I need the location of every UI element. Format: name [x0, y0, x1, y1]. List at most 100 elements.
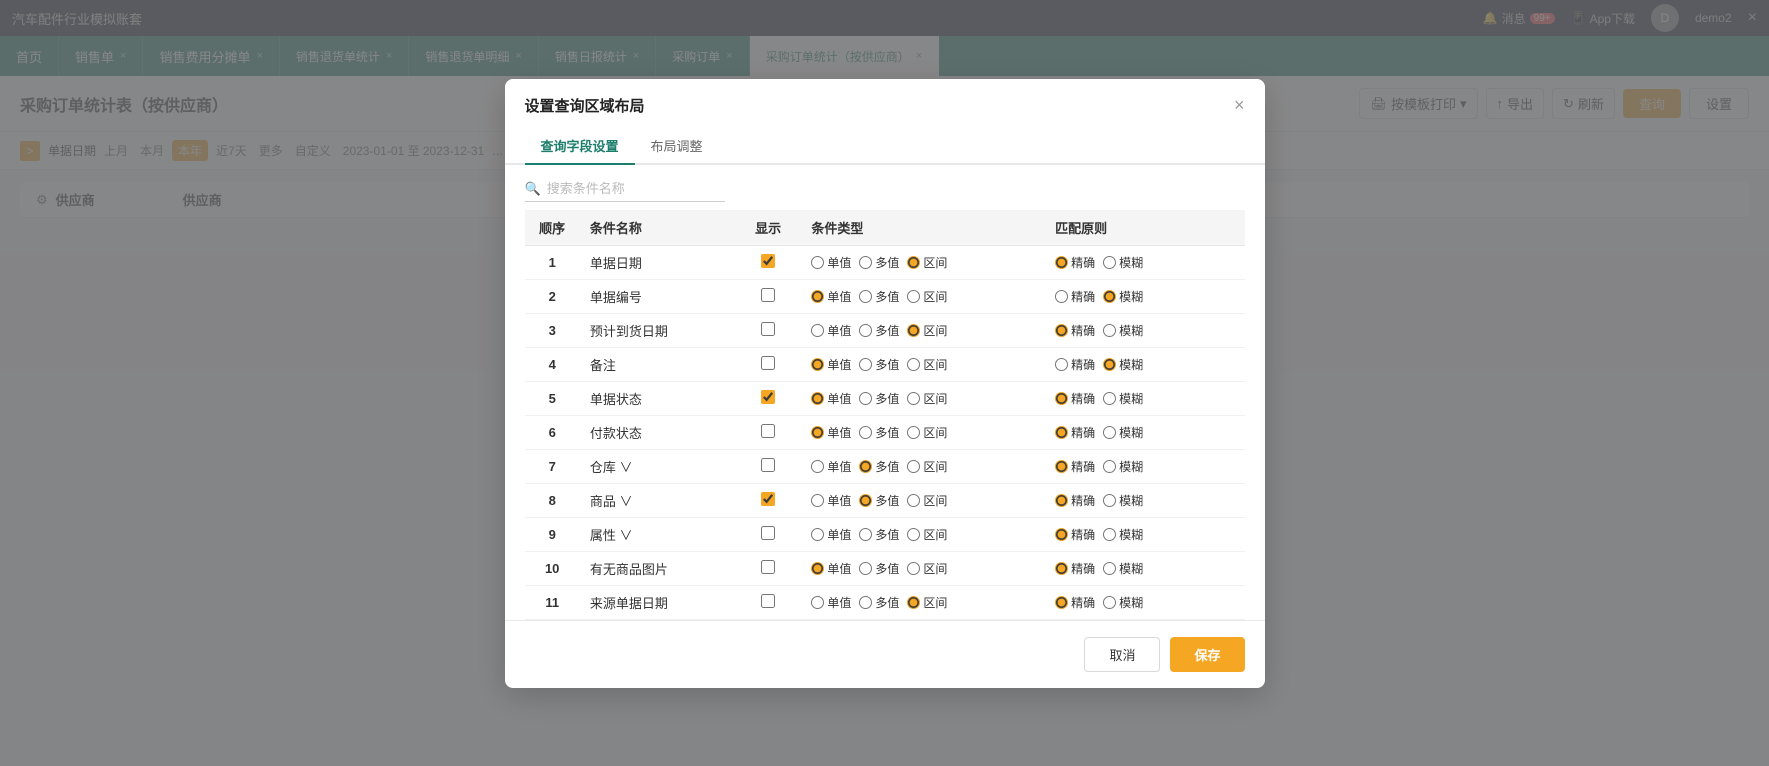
- row-show: [735, 245, 801, 279]
- radio-type-single[interactable]: 单值: [811, 288, 851, 305]
- save-button[interactable]: 保存: [1170, 637, 1244, 672]
- modal-close-button[interactable]: ×: [1234, 95, 1245, 116]
- radio-type-range[interactable]: 区间: [907, 356, 947, 373]
- row-match: 精确模糊: [1045, 483, 1244, 517]
- radio-type-range[interactable]: 区间: [907, 594, 947, 611]
- radio-type-single[interactable]: 单值: [811, 492, 851, 509]
- show-checkbox[interactable]: [761, 526, 775, 540]
- table-header-row: 顺序 条件名称 显示 条件类型 匹配原则: [525, 210, 1245, 246]
- radio-match-exact[interactable]: 精确: [1055, 492, 1095, 509]
- row-type: 单值多值区间: [801, 381, 1045, 415]
- radio-type-range[interactable]: 区间: [907, 424, 947, 441]
- radio-match-exact[interactable]: 精确: [1055, 390, 1095, 407]
- radio-type-range[interactable]: 区间: [907, 288, 947, 305]
- radio-match-fuzzy[interactable]: 模糊: [1103, 288, 1143, 305]
- radio-type-multi[interactable]: 多值: [859, 526, 899, 543]
- radio-match-exact[interactable]: 精确: [1055, 254, 1095, 271]
- radio-type-range[interactable]: 区间: [907, 526, 947, 543]
- radio-type-single[interactable]: 单值: [811, 356, 851, 373]
- radio-match-exact[interactable]: 精确: [1055, 322, 1095, 339]
- row-match: 精确模糊: [1045, 585, 1244, 619]
- radio-type-single[interactable]: 单值: [811, 560, 851, 577]
- radio-type-single[interactable]: 单值: [811, 458, 851, 475]
- th-order: 顺序: [525, 210, 580, 246]
- radio-match-fuzzy[interactable]: 模糊: [1103, 560, 1143, 577]
- row-order: 1: [525, 245, 580, 279]
- row-name: 预计到货日期: [580, 313, 735, 347]
- row-type: 单值多值区间: [801, 551, 1045, 585]
- radio-type-multi[interactable]: 多值: [859, 594, 899, 611]
- show-checkbox[interactable]: [761, 288, 775, 302]
- radio-type-range[interactable]: 区间: [907, 492, 947, 509]
- radio-match-fuzzy[interactable]: 模糊: [1103, 424, 1143, 441]
- row-show: [735, 279, 801, 313]
- show-checkbox[interactable]: [761, 424, 775, 438]
- modal-header: 设置查询区域布局 ×: [505, 79, 1265, 116]
- radio-type-range[interactable]: 区间: [907, 390, 947, 407]
- radio-type-range[interactable]: 区间: [907, 254, 947, 271]
- radio-type-multi[interactable]: 多值: [859, 492, 899, 509]
- radio-type-single[interactable]: 单值: [811, 594, 851, 611]
- show-checkbox[interactable]: [761, 560, 775, 574]
- row-type: 单值多值区间: [801, 449, 1045, 483]
- table-row: 1单据日期单值多值区间精确模糊: [525, 245, 1245, 279]
- table-row: 5单据状态单值多值区间精确模糊: [525, 381, 1245, 415]
- table-row: 6付款状态单值多值区间精确模糊: [525, 415, 1245, 449]
- table-row: 8商品 ∨ 单值多值区间 精确模糊: [525, 483, 1245, 517]
- cancel-button[interactable]: 取消: [1084, 637, 1160, 672]
- row-name: 商品 ∨: [580, 483, 735, 517]
- radio-match-fuzzy[interactable]: 模糊: [1103, 458, 1143, 475]
- radio-match-exact[interactable]: 精确: [1055, 594, 1095, 611]
- show-checkbox[interactable]: [761, 254, 775, 268]
- show-checkbox[interactable]: [761, 492, 775, 506]
- radio-match-fuzzy[interactable]: 模糊: [1103, 254, 1143, 271]
- row-type: 单值多值区间: [801, 415, 1045, 449]
- row-show: [735, 551, 801, 585]
- search-input[interactable]: [547, 181, 707, 196]
- row-name: 备注: [580, 347, 735, 381]
- radio-type-single[interactable]: 单值: [811, 322, 851, 339]
- show-checkbox[interactable]: [761, 390, 775, 404]
- radio-type-range[interactable]: 区间: [907, 322, 947, 339]
- radio-type-multi[interactable]: 多值: [859, 560, 899, 577]
- modal-search-area: 🔍: [505, 165, 1265, 210]
- radio-type-multi[interactable]: 多值: [859, 288, 899, 305]
- radio-type-range[interactable]: 区间: [907, 560, 947, 577]
- radio-type-range[interactable]: 区间: [907, 458, 947, 475]
- radio-type-single[interactable]: 单值: [811, 526, 851, 543]
- radio-type-multi[interactable]: 多值: [859, 322, 899, 339]
- show-checkbox[interactable]: [761, 356, 775, 370]
- row-match: 精确模糊: [1045, 245, 1244, 279]
- radio-match-exact[interactable]: 精确: [1055, 424, 1095, 441]
- radio-type-multi[interactable]: 多值: [859, 390, 899, 407]
- show-checkbox[interactable]: [761, 594, 775, 608]
- radio-match-exact[interactable]: 精确: [1055, 560, 1095, 577]
- show-checkbox[interactable]: [761, 458, 775, 472]
- tab-layout-adjust[interactable]: 布局调整: [635, 128, 719, 165]
- modal-tabs: 查询字段设置 布局调整: [505, 128, 1265, 165]
- tab-query-field-settings[interactable]: 查询字段设置: [525, 128, 635, 165]
- radio-type-single[interactable]: 单值: [811, 424, 851, 441]
- radio-match-fuzzy[interactable]: 模糊: [1103, 390, 1143, 407]
- row-show: [735, 517, 801, 551]
- radio-match-fuzzy[interactable]: 模糊: [1103, 594, 1143, 611]
- radio-match-exact[interactable]: 精确: [1055, 356, 1095, 373]
- radio-match-exact[interactable]: 精确: [1055, 458, 1095, 475]
- modal-footer: 取消 保存: [505, 620, 1265, 688]
- radio-match-exact[interactable]: 精确: [1055, 526, 1095, 543]
- radio-type-multi[interactable]: 多值: [859, 356, 899, 373]
- radio-type-multi[interactable]: 多值: [859, 458, 899, 475]
- radio-match-fuzzy[interactable]: 模糊: [1103, 526, 1143, 543]
- row-order: 8: [525, 483, 580, 517]
- radio-match-fuzzy[interactable]: 模糊: [1103, 322, 1143, 339]
- radio-type-multi[interactable]: 多值: [859, 424, 899, 441]
- radio-match-fuzzy[interactable]: 模糊: [1103, 356, 1143, 373]
- table-row: 9属性 ∨单值多值区间精确模糊: [525, 517, 1245, 551]
- row-type: 单值多值区间: [801, 279, 1045, 313]
- radio-type-multi[interactable]: 多值: [859, 254, 899, 271]
- radio-type-single[interactable]: 单值: [811, 254, 851, 271]
- radio-type-single[interactable]: 单值: [811, 390, 851, 407]
- show-checkbox[interactable]: [761, 322, 775, 336]
- radio-match-fuzzy[interactable]: 模糊: [1103, 492, 1143, 509]
- radio-match-exact[interactable]: 精确: [1055, 288, 1095, 305]
